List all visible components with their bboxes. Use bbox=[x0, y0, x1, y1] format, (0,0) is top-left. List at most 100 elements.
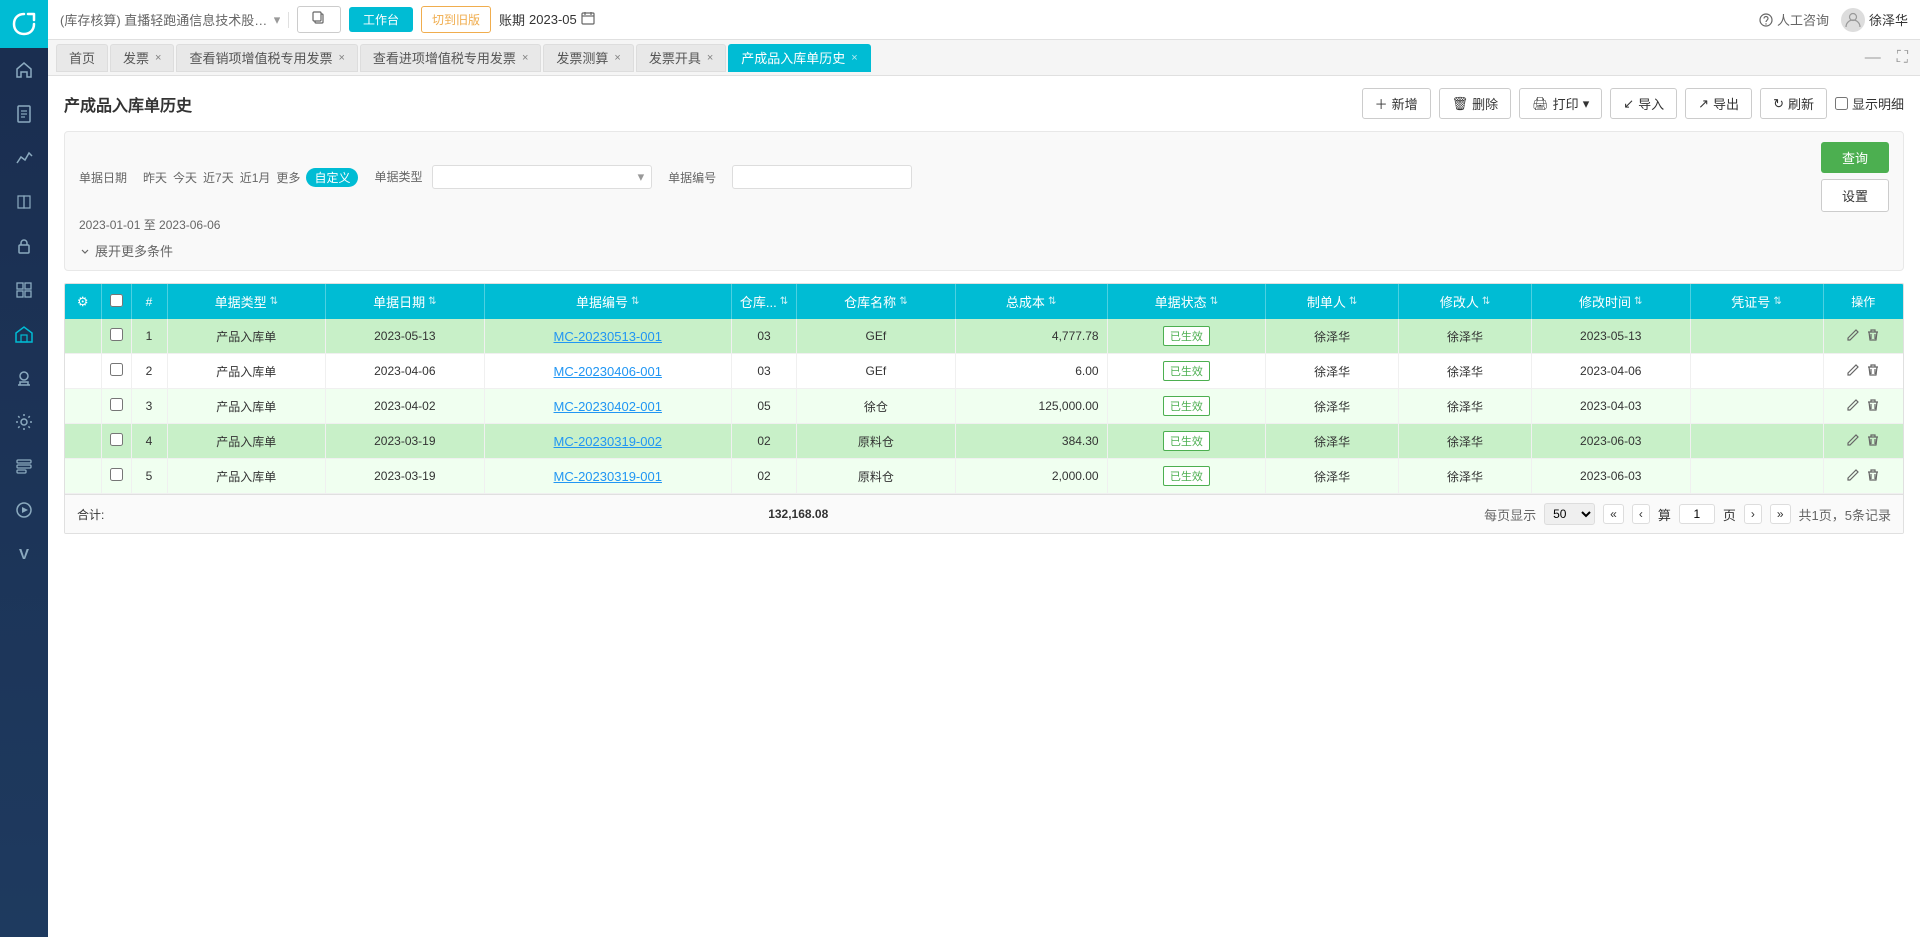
tab-invoice-calc-close[interactable]: × bbox=[614, 52, 620, 64]
shortcut-7days[interactable]: 近7天 bbox=[203, 169, 234, 186]
tab-product-history[interactable]: 产成品入库单历史 × bbox=[728, 44, 870, 72]
delete-icon-5[interactable] bbox=[1866, 468, 1880, 485]
row-checkbox-3[interactable] bbox=[110, 398, 123, 411]
delete-icon-3[interactable] bbox=[1866, 398, 1880, 415]
th-type[interactable]: 单据类型 ⇅ bbox=[167, 284, 326, 319]
tab-invoice-calc[interactable]: 发票测算 × bbox=[543, 44, 633, 72]
tab-purchase-invoice[interactable]: 查看进项增值税专用发票 × bbox=[360, 44, 541, 72]
number-filter-input[interactable] bbox=[732, 165, 912, 189]
expand-filter-btn[interactable]: 展开更多条件 bbox=[79, 241, 1889, 260]
sidebar-grid-icon[interactable] bbox=[0, 268, 48, 312]
tab-home[interactable]: 首页 bbox=[56, 44, 108, 72]
switch-btn[interactable]: 切到旧版 bbox=[421, 6, 491, 33]
edit-icon-1[interactable] bbox=[1846, 328, 1860, 345]
sidebar-warehouse-icon[interactable] bbox=[0, 312, 48, 356]
workbench-btn[interactable]: 工作台 bbox=[349, 7, 413, 32]
shortcut-custom[interactable]: 自定义 bbox=[306, 168, 358, 187]
tab-minimize-btn[interactable]: — bbox=[1861, 47, 1885, 69]
query-btn[interactable]: 查询 bbox=[1821, 142, 1889, 173]
th-number[interactable]: 单据编号 ⇅ bbox=[484, 284, 731, 319]
td-number-link-5[interactable]: MC-20230319-001 bbox=[554, 469, 662, 484]
sidebar-chart-icon[interactable] bbox=[0, 136, 48, 180]
prev-page-btn[interactable]: ‹ bbox=[1632, 504, 1650, 524]
td-number-link-4[interactable]: MC-20230319-002 bbox=[554, 434, 662, 449]
tab-sales-invoice[interactable]: 查看销项增值税专用发票 × bbox=[176, 44, 357, 72]
last-page-btn[interactable]: » bbox=[1770, 504, 1791, 524]
td-number-link-1[interactable]: MC-20230513-001 bbox=[554, 329, 662, 344]
sort-whname-icon: ⇅ bbox=[899, 296, 907, 307]
company-selector[interactable]: (库存核算) 直播轻跑通信息技术股份... ▾ bbox=[60, 10, 280, 29]
td-settings-3 bbox=[65, 389, 101, 424]
tab-invoice-issue[interactable]: 发票开具 × bbox=[636, 44, 726, 72]
row-checkbox-5[interactable] bbox=[110, 468, 123, 481]
th-wh-name[interactable]: 仓库名称 ⇅ bbox=[797, 284, 956, 319]
edit-icon-3[interactable] bbox=[1846, 398, 1860, 415]
td-number-link-2[interactable]: MC-20230406-001 bbox=[554, 364, 662, 379]
copy-btn[interactable] bbox=[297, 6, 341, 33]
th-wh-code[interactable]: 仓库... ⇅ bbox=[731, 284, 796, 319]
th-total-cost[interactable]: 总成本 ⇅ bbox=[955, 284, 1107, 319]
tab-invoice-issue-close[interactable]: × bbox=[707, 52, 713, 64]
tab-invoice-close[interactable]: × bbox=[155, 52, 161, 64]
sidebar-doc-icon[interactable] bbox=[0, 92, 48, 136]
tab-product-history-label: 产成品入库单历史 bbox=[741, 48, 845, 67]
td-modtime-1: 2023-05-13 bbox=[1531, 319, 1690, 354]
th-settings[interactable]: ⚙ bbox=[65, 284, 101, 319]
sidebar-stamp-icon[interactable] bbox=[0, 356, 48, 400]
next-page-btn[interactable]: › bbox=[1744, 504, 1762, 524]
tab-purchase-invoice-close[interactable]: × bbox=[522, 52, 528, 64]
delete-icon-1[interactable] bbox=[1866, 328, 1880, 345]
td-date-1: 2023-05-13 bbox=[326, 319, 485, 354]
edit-icon-2[interactable] bbox=[1846, 363, 1860, 380]
delete-btn[interactable]: 🗑 删除 bbox=[1439, 88, 1512, 119]
td-number-link-3[interactable]: MC-20230402-001 bbox=[554, 399, 662, 414]
sidebar-play-icon[interactable] bbox=[0, 488, 48, 532]
show-detail-checkbox[interactable] bbox=[1835, 97, 1848, 110]
set-btn[interactable]: 设置 bbox=[1821, 179, 1889, 212]
th-status[interactable]: 单据状态 ⇅ bbox=[1107, 284, 1266, 319]
page-number-input[interactable] bbox=[1679, 504, 1715, 524]
th-modifier[interactable]: 修改人 ⇅ bbox=[1399, 284, 1532, 319]
tab-product-history-close[interactable]: × bbox=[851, 52, 857, 64]
user-menu[interactable]: 徐泽华 bbox=[1841, 8, 1908, 32]
tab-sales-invoice-close[interactable]: × bbox=[338, 52, 344, 64]
new-btn[interactable]: ＋ 新增 bbox=[1362, 88, 1431, 119]
per-page-select[interactable]: 50 100 bbox=[1544, 503, 1595, 525]
service-btn[interactable]: 人工咨询 bbox=[1759, 10, 1829, 29]
sidebar-home-icon[interactable] bbox=[0, 48, 48, 92]
shortcut-more[interactable]: 更多 bbox=[276, 169, 300, 186]
period-selector[interactable]: 账期 2023-05 bbox=[499, 10, 595, 29]
settings-icon[interactable]: ⚙ bbox=[77, 294, 89, 309]
type-filter-select[interactable] bbox=[432, 165, 652, 189]
select-all-checkbox[interactable] bbox=[110, 294, 123, 307]
print-btn[interactable]: 🖨 打印 ▾ bbox=[1519, 88, 1602, 119]
edit-icon-5[interactable] bbox=[1846, 468, 1860, 485]
shortcut-today[interactable]: 今天 bbox=[173, 169, 197, 186]
shortcut-1month[interactable]: 近1月 bbox=[240, 169, 271, 186]
period-calendar-icon[interactable] bbox=[581, 11, 595, 28]
th-modify-time[interactable]: 修改时间 ⇅ bbox=[1531, 284, 1690, 319]
refresh-btn[interactable]: ↻ 刷新 bbox=[1760, 88, 1827, 119]
first-page-btn[interactable]: « bbox=[1603, 504, 1624, 524]
company-dropdown-icon[interactable]: ▾ bbox=[274, 12, 280, 28]
tab-invoice[interactable]: 发票 × bbox=[110, 44, 174, 72]
shortcut-yesterday[interactable]: 昨天 bbox=[143, 169, 167, 186]
tab-maximize-btn[interactable]: ⛶ bbox=[1893, 47, 1912, 69]
import-btn[interactable]: ↙ 导入 bbox=[1610, 88, 1677, 119]
th-creator[interactable]: 制单人 ⇅ bbox=[1266, 284, 1399, 319]
export-btn[interactable]: ↗ 导出 bbox=[1685, 88, 1752, 119]
row-checkbox-2[interactable] bbox=[110, 363, 123, 376]
th-voucher[interactable]: 凭证号 ⇅ bbox=[1690, 284, 1823, 319]
sidebar-v-icon[interactable]: V bbox=[0, 532, 48, 576]
show-detail-checkbox-label[interactable]: 显示明细 bbox=[1835, 94, 1904, 113]
sidebar-search-icon[interactable] bbox=[0, 444, 48, 488]
delete-icon-4[interactable] bbox=[1866, 433, 1880, 450]
sidebar-book-icon[interactable] bbox=[0, 180, 48, 224]
row-checkbox-4[interactable] bbox=[110, 433, 123, 446]
th-date[interactable]: 单据日期 ⇅ bbox=[326, 284, 485, 319]
delete-icon-2[interactable] bbox=[1866, 363, 1880, 380]
sidebar-settings-icon[interactable] bbox=[0, 400, 48, 444]
sidebar-lock-icon[interactable] bbox=[0, 224, 48, 268]
edit-icon-4[interactable] bbox=[1846, 433, 1860, 450]
row-checkbox-1[interactable] bbox=[110, 328, 123, 341]
